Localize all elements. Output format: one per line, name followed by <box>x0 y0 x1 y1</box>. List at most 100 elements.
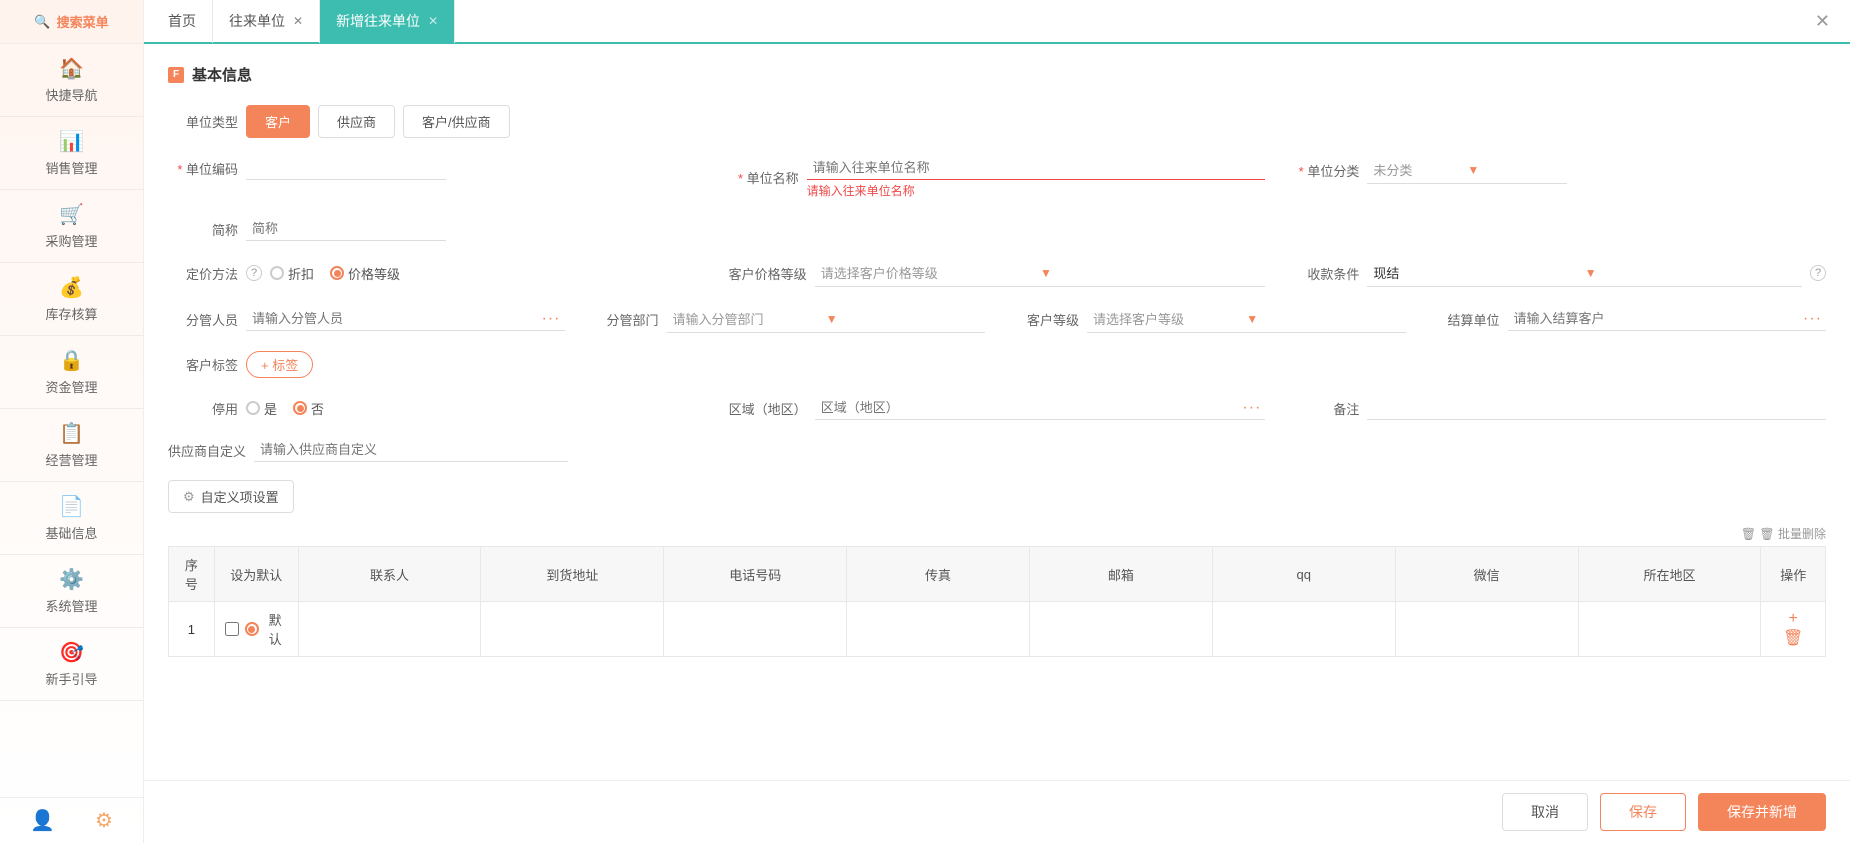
payment-terms-select[interactable]: 现结 ▼ <box>1367 259 1802 287</box>
sidebar-item-search[interactable]: 🔍 搜索菜单 <box>0 0 143 44</box>
pricing-level-radio[interactable]: 价格等级 <box>330 264 400 283</box>
pricing-method-label: 定价方法 <box>168 264 238 283</box>
footer: 取消 保存 保存并新增 <box>144 780 1850 843</box>
unit-btn-supplier[interactable]: 供应商 <box>318 105 395 138</box>
disable-region-row: 停用 是 否 区域（地区） ··· <box>168 396 1826 420</box>
settlement-unit-field: 结算单位 ··· <box>1430 307 1827 331</box>
sidebar-item-sales[interactable]: 📊 销售管理 <box>0 117 143 190</box>
save-button[interactable]: 保存 <box>1600 793 1686 831</box>
unit-name-input[interactable] <box>807 156 1266 180</box>
cell-wechat[interactable] <box>1395 602 1578 657</box>
settlement-unit-input[interactable] <box>1508 307 1800 330</box>
cancel-button[interactable]: 取消 <box>1502 793 1588 831</box>
tab-contacts-close[interactable]: ✕ <box>293 14 303 28</box>
wechat-input[interactable] <box>1406 622 1568 637</box>
disable-yes-radio[interactable]: 是 <box>246 399 277 418</box>
col-phone: 电话号码 <box>664 547 847 602</box>
department-select[interactable]: 请输入分管部门 ▼ <box>667 305 986 333</box>
payment-terms-value: 现结 <box>1373 263 1584 282</box>
disable-no-radio[interactable]: 否 <box>293 399 324 418</box>
sidebar-item-purchase[interactable]: 🛒 采购管理 <box>0 190 143 263</box>
finance-icon: 🔒 <box>59 348 84 373</box>
customer-price-level-select[interactable]: 请选择客户价格等级 ▼ <box>815 259 1266 287</box>
manager-input[interactable] <box>246 307 538 330</box>
add-tag-button[interactable]: + 标签 <box>246 351 313 378</box>
abbr-label: 简称 <box>168 220 238 239</box>
customer-tag-field: 客户标签 + 标签 <box>168 351 1826 378</box>
tab-new-contact-close[interactable]: ✕ <box>428 14 438 28</box>
cell-contact[interactable] <box>298 602 481 657</box>
sidebar-item-basic-info[interactable]: 📄 基础信息 <box>0 482 143 555</box>
unit-code-input[interactable]: 000009 <box>246 156 446 180</box>
pricing-radio-group: 折扣 价格等级 <box>270 264 400 283</box>
contact-input[interactable] <box>309 622 471 637</box>
unit-category-select[interactable]: 未分类 ▼ <box>1367 156 1567 184</box>
fax-input[interactable] <box>857 622 1019 637</box>
cell-region[interactable] <box>1578 602 1761 657</box>
cell-fax[interactable] <box>847 602 1030 657</box>
add-row-btn[interactable]: + <box>1789 610 1798 627</box>
table-row: 1 默认 <box>169 602 1826 657</box>
department-label: 分管部门 <box>589 310 659 329</box>
manager-field: 分管人员 ··· <box>168 307 565 331</box>
sidebar-item-operations[interactable]: 📋 经营管理 <box>0 409 143 482</box>
tab-contacts[interactable]: 往来单位 ✕ <box>213 0 320 43</box>
payment-help-icon[interactable]: ? <box>1810 265 1826 281</box>
cell-email[interactable] <box>1029 602 1212 657</box>
save-new-button[interactable]: 保存并新增 <box>1698 793 1826 831</box>
tab-home-label: 首页 <box>168 11 196 31</box>
settlement-unit-more-btn[interactable]: ··· <box>1799 310 1826 328</box>
pricing-discount-radio[interactable]: 折扣 <box>270 264 314 283</box>
unit-type-buttons: 客户 供应商 客户/供应商 <box>246 105 510 138</box>
disable-field: 停用 是 否 <box>168 399 705 418</box>
cell-qq[interactable] <box>1212 602 1395 657</box>
region-table-input[interactable] <box>1589 622 1751 637</box>
col-address: 到货地址 <box>481 547 664 602</box>
tab-new-contact[interactable]: 新增往来单位 ✕ <box>320 0 455 43</box>
sidebar-user-icon[interactable]: 👤 <box>30 808 55 833</box>
pricing-help-icon[interactable]: ? <box>246 265 262 281</box>
address-input[interactable] <box>491 622 653 637</box>
qq-input[interactable] <box>1223 622 1385 637</box>
supplier-custom-label: 供应商自定义 <box>168 441 246 460</box>
sales-icon: 📊 <box>59 129 84 154</box>
abbr-input[interactable] <box>246 217 446 241</box>
payment-terms-field: 收款条件 现结 ▼ ? <box>1289 259 1826 287</box>
cell-phone[interactable] <box>664 602 847 657</box>
manager-more-btn[interactable]: ··· <box>538 310 565 328</box>
col-email: 邮箱 <box>1029 547 1212 602</box>
sidebar-item-finance[interactable]: 🔒 资金管理 <box>0 336 143 409</box>
col-qq: qq <box>1212 547 1395 602</box>
tab-bar-close-all[interactable]: ✕ <box>1803 11 1842 32</box>
default-circle <box>245 622 259 636</box>
email-input[interactable] <box>1040 622 1202 637</box>
settlement-unit-input-wrap: ··· <box>1508 307 1827 331</box>
sidebar-item-guide[interactable]: 🎯 新手引导 <box>0 628 143 701</box>
region-input[interactable] <box>815 396 1239 419</box>
unit-btn-both[interactable]: 客户/供应商 <box>403 105 510 138</box>
unit-btn-customer[interactable]: 客户 <box>246 105 310 138</box>
remark-input[interactable] <box>1367 396 1826 420</box>
sidebar-item-inventory[interactable]: 💰 库存核算 <box>0 263 143 336</box>
col-region: 所在地区 <box>1578 547 1761 602</box>
col-wechat: 微信 <box>1395 547 1578 602</box>
delete-row-btn[interactable]: 🗑 <box>1783 630 1803 647</box>
operations-icon: 📋 <box>59 421 84 446</box>
section-title-text: 基本信息 <box>192 64 252 85</box>
custom-settings-button[interactable]: ⚙ 自定义项设置 <box>168 480 294 513</box>
cell-address[interactable] <box>481 602 664 657</box>
row-checkbox[interactable] <box>225 622 239 636</box>
sidebar-settings-icon[interactable]: ⚙ <box>95 808 113 833</box>
supplier-custom-input[interactable] <box>254 438 568 462</box>
batch-delete-button[interactable]: 🗑 🗑 批量删除 <box>1741 527 1826 541</box>
default-radio[interactable]: 默认 <box>245 610 288 648</box>
phone-input[interactable] <box>674 622 836 637</box>
sidebar-item-system[interactable]: ⚙️ 系统管理 <box>0 555 143 628</box>
customer-level-select[interactable]: 请选择客户等级 ▼ <box>1087 305 1406 333</box>
sidebar-quick-nav-label: 快捷导航 <box>45 85 97 104</box>
unit-name-label: 单位名称 <box>729 168 799 187</box>
department-field: 分管部门 请输入分管部门 ▼ <box>589 305 986 333</box>
region-more-btn[interactable]: ··· <box>1238 399 1265 417</box>
sidebar-item-quick-nav[interactable]: 🏠 快捷导航 <box>0 44 143 117</box>
tab-home[interactable]: 首页 <box>152 0 213 43</box>
